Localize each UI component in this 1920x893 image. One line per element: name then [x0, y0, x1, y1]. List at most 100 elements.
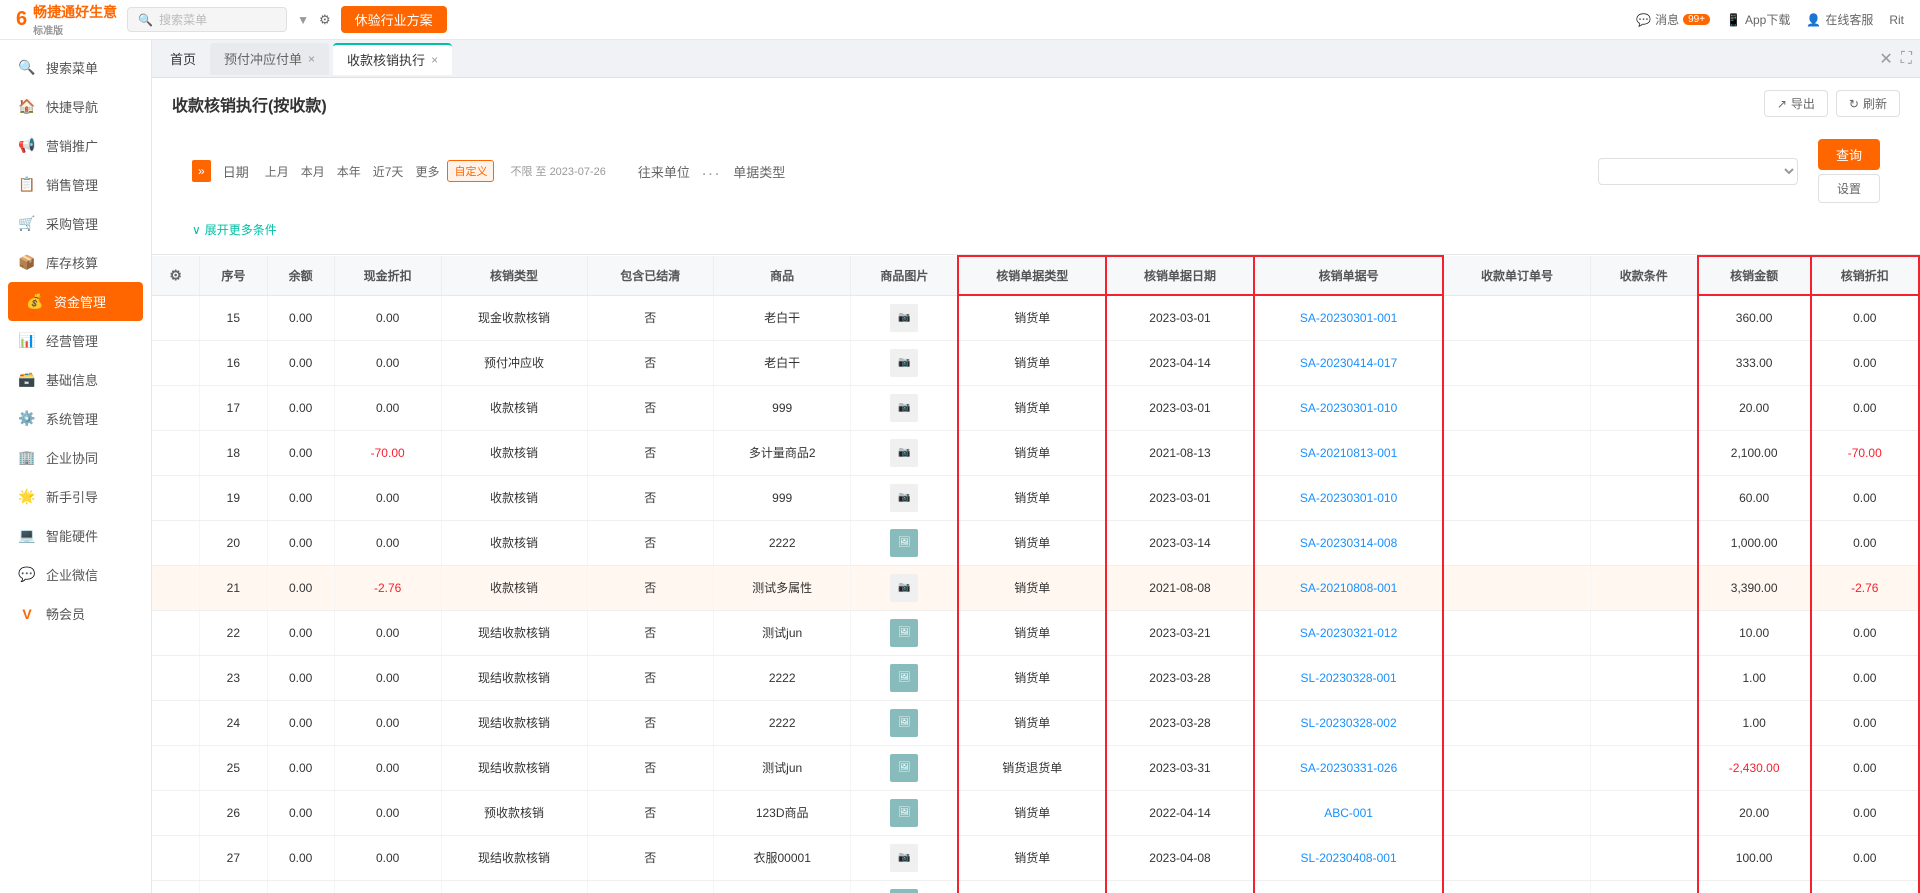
bill-no-link[interactable]: SA-20230301-010 — [1300, 491, 1397, 505]
sidebar-item-finance[interactable]: 💰 资金管理 — [8, 282, 143, 321]
row-bill-no[interactable]: SL-20230408-001 — [1254, 835, 1443, 880]
tab-prepaid[interactable]: 预付冲应付单 × — [210, 43, 329, 75]
bill-no-link[interactable]: SA-20210808-001 — [1300, 581, 1397, 595]
row-bill-no[interactable]: ABC-001 — [1254, 790, 1443, 835]
sidebar-item-member[interactable]: V 畅会员 — [0, 594, 151, 633]
row-bill-no[interactable]: SL-20230328-001 — [1254, 655, 1443, 700]
bill-no-link[interactable]: SA-20230301-001 — [1300, 311, 1397, 325]
row-cash-discount: 0.00 — [334, 790, 441, 835]
bill-no-link[interactable]: SL-20230328-001 — [1301, 671, 1397, 685]
top-bar-right: 💬 消息 99+ 📱 App下载 👤 在线客服 Rit — [1636, 11, 1904, 28]
close-all-icon[interactable]: ✕ — [1879, 49, 1892, 69]
row-receipt-condition — [1590, 340, 1698, 385]
refresh-btn[interactable]: ↻ 刷新 — [1836, 90, 1900, 117]
bill-no-link[interactable]: SA-20230414-017 — [1300, 356, 1397, 370]
app-download-btn[interactable]: 📱 App下载 — [1726, 11, 1790, 28]
row-bill-date: 2023-03-21 — [1106, 610, 1254, 655]
row-included-settled: 否 — [587, 520, 713, 565]
row-product-img: 📷 — [851, 295, 959, 340]
bill-no-link[interactable]: SL-20230328-002 — [1301, 716, 1397, 730]
row-product-img: 🖼 — [851, 700, 959, 745]
row-bill-no[interactable]: SA-20230301-010 — [1254, 475, 1443, 520]
tab-home[interactable]: 首页 — [160, 43, 206, 75]
row-writeoff-type: 现结收款核销 — [441, 745, 587, 790]
query-btn[interactable]: 查询 — [1818, 139, 1880, 170]
export-btn[interactable]: ↗ 导出 — [1764, 90, 1828, 117]
sidebar-item-wechat[interactable]: 💬 企业微信 — [0, 555, 151, 594]
row-no: 25 — [200, 745, 267, 790]
row-bill-no[interactable]: SA-20230414-017 — [1254, 340, 1443, 385]
industry-btn[interactable]: 休验行业方案 — [341, 6, 447, 33]
row-gear — [152, 520, 200, 565]
row-bill-no[interactable]: SL-20230418-001 — [1254, 880, 1443, 893]
bill-no-link[interactable]: SA-20230301-010 — [1300, 401, 1397, 415]
date-btn-more[interactable]: 更多 — [411, 161, 443, 182]
filter-toggle-btn[interactable]: » — [192, 160, 211, 182]
bill-no-link[interactable]: SA-20230331-026 — [1300, 761, 1397, 775]
bill-no-link[interactable]: ABC-001 — [1324, 806, 1373, 820]
row-bill-type: 销货单 — [958, 700, 1106, 745]
sidebar-item-guide[interactable]: 🌟 新手引导 — [0, 477, 151, 516]
row-bill-no[interactable]: SA-20230301-001 — [1254, 295, 1443, 340]
sidebar-item-system[interactable]: ⚙️ 系统管理 — [0, 399, 151, 438]
bill-no-link[interactable]: SA-20210813-001 — [1300, 446, 1397, 460]
table-container[interactable]: ⚙ 序号 余额 现金折扣 核销类型 包含已结清 商品 商品图片 核销单据类型 核… — [152, 255, 1920, 893]
table-row: 230.000.00现结收款核销否2222🖼销货单2023-03-28SL-20… — [152, 655, 1919, 700]
sidebar-item-business[interactable]: 📊 经营管理 — [0, 321, 151, 360]
fullscreen-icon[interactable]: ⛶ — [1901, 50, 1912, 68]
sidebar-item-purchase[interactable]: 🛒 采购管理 — [0, 204, 151, 243]
sidebar-item-quick-nav[interactable]: 🏠 快捷导航 — [0, 87, 151, 126]
prepaid-tab-label: 预付冲应付单 — [224, 49, 302, 68]
row-bill-no[interactable]: SA-20230321-012 — [1254, 610, 1443, 655]
row-bill-no[interactable]: SA-20210813-001 — [1254, 430, 1443, 475]
date-btn-last-month[interactable]: 上月 — [261, 161, 293, 182]
prepaid-tab-close[interactable]: × — [308, 52, 315, 66]
date-btn-7days[interactable]: 近7天 — [369, 161, 408, 182]
download-icon: 📱 — [1726, 13, 1741, 27]
row-bill-no[interactable]: SL-20230328-002 — [1254, 700, 1443, 745]
bill-type-select[interactable] — [1598, 158, 1798, 185]
product-image-placeholder: 📷 — [890, 349, 918, 377]
main-content: 首页 预付冲应付单 × 收款核销执行 × ✕ ⛶ 收款核销执行(按收款) — [152, 40, 1920, 893]
data-table: ⚙ 序号 余额 现金折扣 核销类型 包含已结清 商品 商品图片 核销单据类型 核… — [152, 255, 1920, 893]
search-bar[interactable]: 🔍 搜索菜单 — [127, 7, 287, 32]
expand-more-btn[interactable]: ∨ 展开更多条件 — [192, 215, 277, 244]
sidebar-item-search[interactable]: 🔍 搜索菜单 — [0, 48, 151, 87]
row-balance: 0.00 — [267, 880, 334, 893]
row-receipt-order-no — [1443, 295, 1590, 340]
row-product-img: 📷 — [851, 475, 959, 520]
tab-writeoff[interactable]: 收款核销执行 × — [333, 43, 452, 75]
sidebar-item-basic[interactable]: 🗃️ 基础信息 — [0, 360, 151, 399]
settings-btn[interactable]: 设置 — [1818, 174, 1880, 203]
sidebar-item-hardware[interactable]: 💻 智能硬件 — [0, 516, 151, 555]
row-bill-no[interactable]: SA-20230331-026 — [1254, 745, 1443, 790]
online-service-btn[interactable]: 👤 在线客服 — [1806, 11, 1873, 28]
row-bill-no[interactable]: SA-20210808-001 — [1254, 565, 1443, 610]
row-cash-discount: 0.00 — [334, 385, 441, 430]
date-btn-this-month[interactable]: 本月 — [297, 161, 329, 182]
sidebar-item-corp[interactable]: 🏢 企业协同 — [0, 438, 151, 477]
sidebar-item-marketing[interactable]: 📢 营销推广 — [0, 126, 151, 165]
gear-settings-icon[interactable]: ⚙ — [169, 267, 182, 283]
row-bill-no[interactable]: SA-20230314-008 — [1254, 520, 1443, 565]
date-custom-btn[interactable]: 自定义 — [447, 160, 494, 182]
row-writeoff-type: 收款核销 — [441, 430, 587, 475]
date-btn-this-year[interactable]: 本年 — [333, 161, 365, 182]
row-product: 测试jun — [714, 610, 851, 655]
product-image: 🖼 — [890, 709, 918, 737]
table-row: 210.00-2.76收款核销否测试多属性📷销货单2021-08-08SA-20… — [152, 565, 1919, 610]
table-row: 260.000.00预收款核销否123D商品🖼销货单2022-04-14ABC-… — [152, 790, 1919, 835]
row-product: 999 — [714, 475, 851, 520]
messages-btn[interactable]: 💬 消息 99+ — [1636, 11, 1710, 28]
filter-row-1: » 日期 上月 本月 本年 近7天 更多 自定义 不限 至 2023-07-26 — [192, 139, 1880, 203]
bill-no-link[interactable]: SL-20230408-001 — [1301, 851, 1397, 865]
bill-no-link[interactable]: SA-20230314-008 — [1300, 536, 1397, 550]
user-btn[interactable]: Rit — [1889, 13, 1904, 27]
sidebar-item-inventory[interactable]: 📦 库存核算 — [0, 243, 151, 282]
sidebar-item-sales[interactable]: 📋 销售管理 — [0, 165, 151, 204]
row-bill-no[interactable]: SA-20230301-010 — [1254, 385, 1443, 430]
bill-no-link[interactable]: SA-20230321-012 — [1300, 626, 1397, 640]
row-product: 多计量商品2 — [714, 430, 851, 475]
writeoff-tab-close[interactable]: × — [431, 53, 438, 67]
settings-icon[interactable]: ⚙ — [319, 12, 331, 28]
